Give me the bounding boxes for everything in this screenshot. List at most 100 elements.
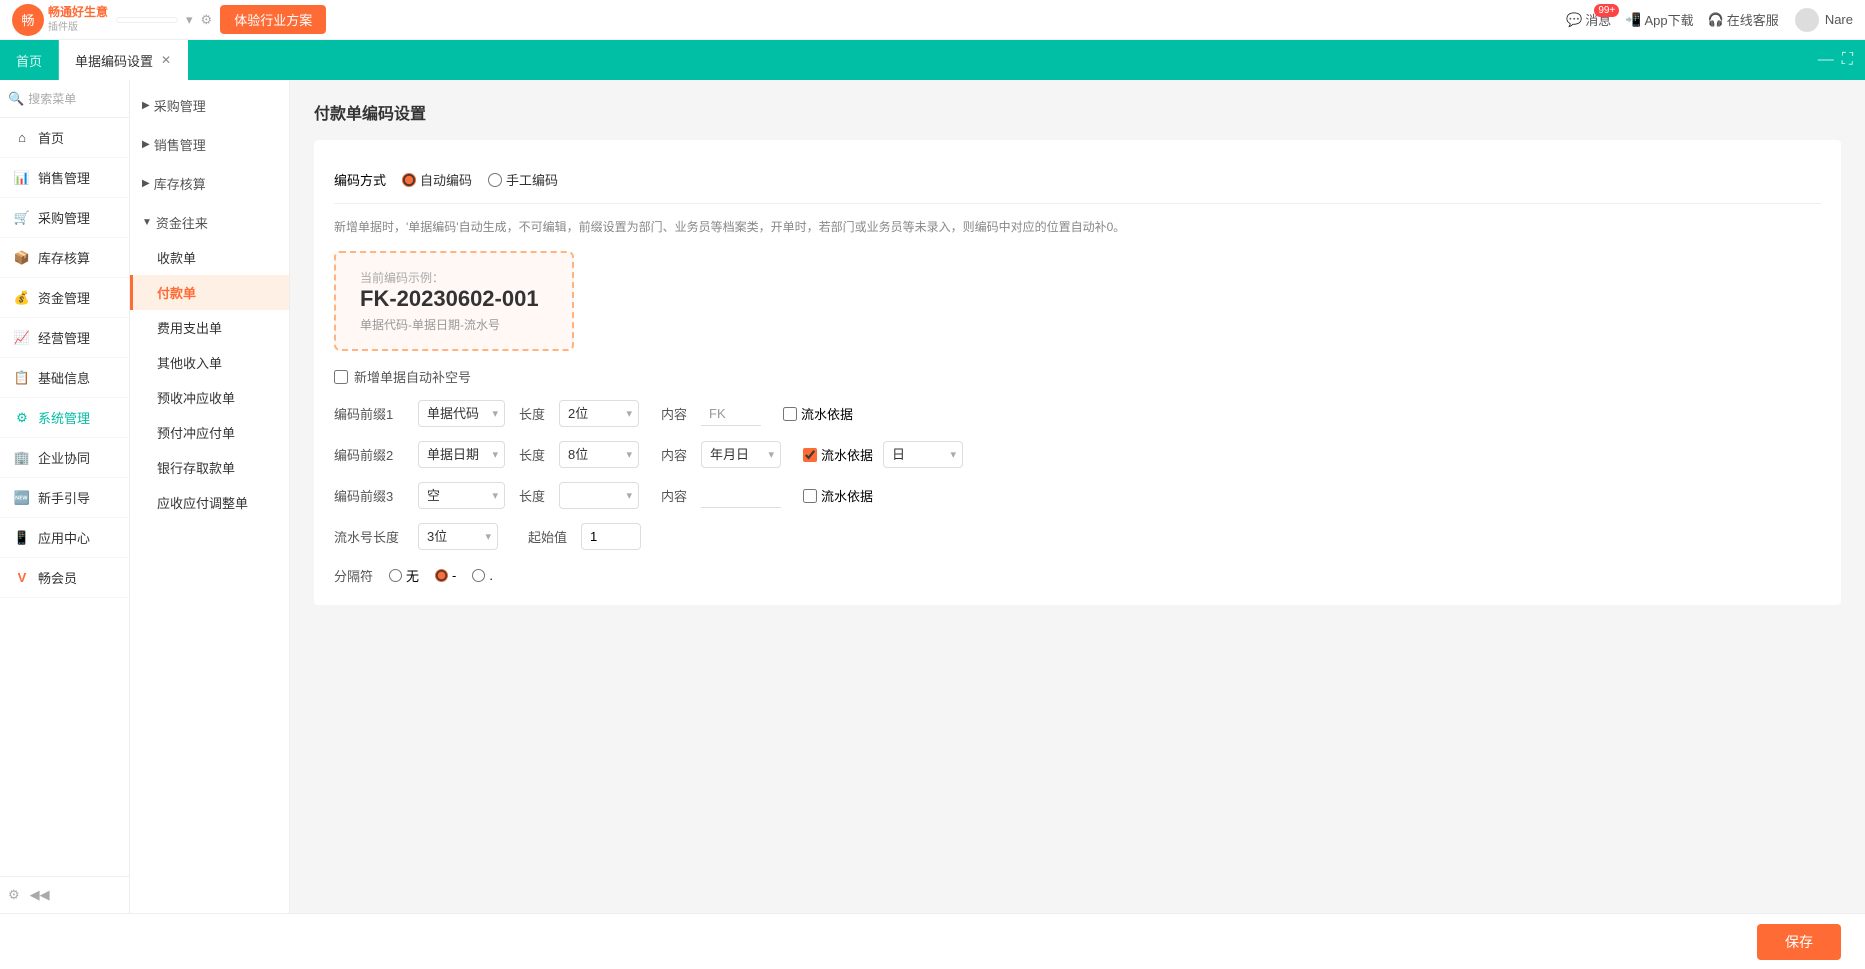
submenu-item-expense[interactable]: 费用支出单 [130,310,289,345]
stream1-checkbox[interactable] [783,407,797,421]
sidebar-search-label: 搜索菜单 [28,90,76,107]
manual-encode-input[interactable] [488,173,502,187]
tab-encode-setting[interactable]: 单据编码设置 ✕ [59,40,188,80]
prefix1-select[interactable]: 单据代码 单据日期 部门 业务员 空 [418,400,505,427]
submenu-item-bank-deposit[interactable]: 银行存取款单 [130,450,289,485]
sidebar-item-base-label: 基础信息 [38,368,90,387]
tab-home[interactable]: 首页 [0,40,59,80]
manual-encode-radio[interactable]: 手工编码 [488,170,558,189]
submenu-group-stock: ▶ 库存核算 [130,166,289,201]
submenu-group-purchase: ▶ 采购管理 [130,88,289,123]
submenu-item-adjust[interactable]: 应收应付调整单 [130,485,289,520]
submenu-group-stock-header[interactable]: ▶ 库存核算 [130,166,289,201]
submenu-item-payment[interactable]: 付款单 [130,275,289,310]
sidebar-item-system-label: 系统管理 [38,408,90,427]
tabbar-minimize-btn[interactable]: — [1818,51,1834,69]
prefix3-select-wrap[interactable]: 单据代码 单据日期 部门 业务员 空 [418,482,505,509]
sidebar-item-finance-label: 资金管理 [38,288,90,307]
settings-bottom-icon[interactable]: ⚙ [8,887,20,903]
settings-icon[interactable]: ⚙ [201,12,213,28]
tabbar-maximize-btn[interactable]: ⛶ [1842,51,1853,69]
len2-select-wrap[interactable]: 2位 4位 6位 8位 [559,441,639,468]
sidebar-item-base[interactable]: 📋 基础信息 [0,358,129,398]
submenu-item-pre-receipt[interactable]: 预收冲应收单 [130,380,289,415]
sidebar-item-purchase[interactable]: 🛒 采购管理 [0,198,129,238]
user-avatar [1795,8,1819,32]
submenu-sales-label: 销售管理 [154,135,206,154]
content1-value[interactable] [701,402,761,426]
submenu-arrow-sales: ▶ [142,139,150,150]
stream2-unit-select[interactable]: 日 月 年 [883,441,963,468]
sep-none-label: 无 [406,566,419,585]
sidebar-item-home-label: 首页 [38,128,64,147]
sidebar-item-finance[interactable]: 💰 资金管理 [0,278,129,318]
sidebar-item-stock-label: 库存核算 [38,248,90,267]
content2-select[interactable]: 年月日 年月 年 [701,441,781,468]
prefix2-select[interactable]: 单据代码 单据日期 部门 业务员 空 [418,441,505,468]
serial-len-select[interactable]: 2位 3位 4位 5位 [418,523,498,550]
sidebar-item-system[interactable]: ⚙ 系统管理 [0,398,129,438]
len3-select[interactable]: 2位 4位 6位 8位 [559,482,639,509]
sidebar-item-corp[interactable]: 🏢 企业协同 [0,438,129,478]
start-value-input[interactable] [581,523,641,550]
auto-encode-radio[interactable]: 自动编码 [402,170,472,189]
len1-label: 长度 [519,404,545,423]
auto-fill-checkbox[interactable] [334,370,348,384]
sidebar-item-member[interactable]: V 畅会员 [0,558,129,598]
submenu-capital-label: 资金往来 [156,213,208,232]
prefix2-select-wrap[interactable]: 单据代码 单据日期 部门 业务员 空 [418,441,505,468]
submenu-group-purchase-header[interactable]: ▶ 采购管理 [130,88,289,123]
brand: 畅 畅通好生意 插件版 [12,4,108,36]
content3-value[interactable] [701,484,781,508]
content-area: 付款单编码设置 编码方式 自动编码 手工编码 新增单据时，'单据编码'自动生成，… [290,80,1865,913]
sidebar-item-sales[interactable]: 📊 销售管理 [0,158,129,198]
message-btn[interactable]: 💬 消息 99+ [1566,10,1611,29]
stream2-unit-wrap[interactable]: 日 月 年 [883,441,963,468]
sep-dash-input[interactable] [435,569,448,582]
sidebar-search[interactable]: 🔍 搜索菜单 [0,80,129,118]
prefix1-select-wrap[interactable]: 单据代码 单据日期 部门 业务员 空 [418,400,505,427]
stream2-checkbox[interactable] [803,448,817,462]
sidebar-item-app[interactable]: 📱 应用中心 [0,518,129,558]
sep-dash-radio[interactable]: - [435,568,456,583]
download-btn[interactable]: 📲 App下载 [1625,10,1693,29]
collapse-icon[interactable]: ◀◀ [30,887,50,903]
service-btn[interactable]: 🎧 在线客服 [1708,10,1779,29]
submenu-arrow-stock: ▶ [142,178,150,189]
len3-select-wrap[interactable]: 2位 4位 6位 8位 [559,482,639,509]
submenu-item-receipt[interactable]: 收款单 [130,240,289,275]
len2-select[interactable]: 2位 4位 6位 8位 [559,441,639,468]
sidebar-item-stock[interactable]: 📦 库存核算 [0,238,129,278]
sidebar: 🔍 搜索菜单 ⌂ 首页 📊 销售管理 🛒 采购管理 📦 库存核算 💰 资金管理 … [0,80,130,913]
sep-none-radio[interactable]: 无 [389,566,419,585]
user-area[interactable]: Nare [1795,8,1853,32]
content2-select-wrap[interactable]: 年月日 年月 年 [701,441,781,468]
nav-dropdown-icon[interactable]: ▾ [186,12,193,28]
len1-select[interactable]: 2位 4位 6位 8位 [559,400,639,427]
serial-len-label: 流水号长度 [334,527,404,546]
len1-select-wrap[interactable]: 2位 4位 6位 8位 [559,400,639,427]
tabbar-actions: — ⛶ [1818,51,1865,69]
sep-dot-radio[interactable]: . [472,568,493,583]
try-btn[interactable]: 体验行业方案 [220,5,326,34]
stream3-checkbox[interactable] [803,489,817,503]
save-button[interactable]: 保存 [1757,924,1841,960]
brand-icon: 畅 [12,4,44,36]
prefix3-label: 编码前缀3 [334,486,404,505]
sidebar-item-home[interactable]: ⌂ 首页 [0,118,129,158]
submenu-item-other-income[interactable]: 其他收入单 [130,345,289,380]
submenu-group-sales: ▶ 销售管理 [130,127,289,162]
sep-none-input[interactable] [389,569,402,582]
sep-dot-input[interactable] [472,569,485,582]
example-label: 当前编码示例： [360,269,548,286]
tab-close-icon[interactable]: ✕ [161,53,171,67]
sidebar-item-ops[interactable]: 📈 经营管理 [0,318,129,358]
submenu-group-capital-header[interactable]: ▼ 资金往来 [130,205,289,240]
serial-len-select-wrap[interactable]: 2位 3位 4位 5位 [418,523,498,550]
submenu-item-pre-payment[interactable]: 预付冲应付单 [130,415,289,450]
sidebar-item-guide[interactable]: 🆕 新手引导 [0,478,129,518]
prefix3-select[interactable]: 单据代码 单据日期 部门 业务员 空 [418,482,505,509]
sales-icon: 📊 [14,170,30,186]
auto-encode-input[interactable] [402,173,416,187]
submenu-group-sales-header[interactable]: ▶ 销售管理 [130,127,289,162]
